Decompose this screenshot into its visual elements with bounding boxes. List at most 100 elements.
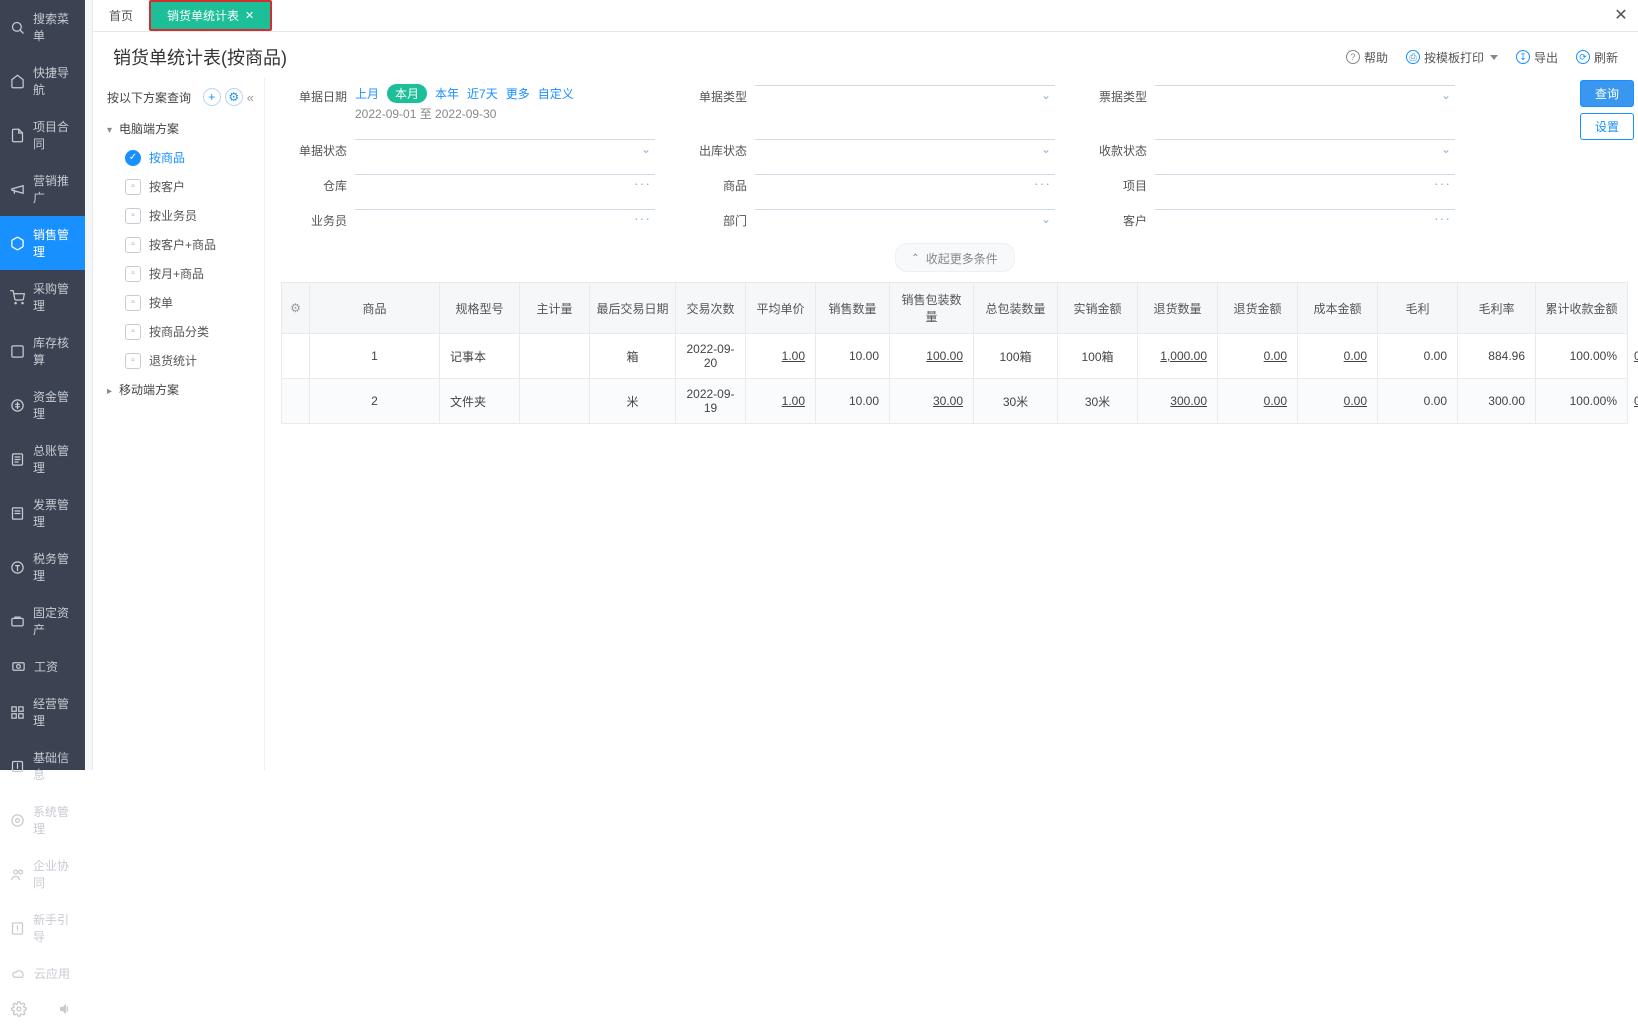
- project-input[interactable]: ···: [1155, 173, 1455, 175]
- cell-rate: 100.00%: [1536, 334, 1628, 379]
- sidebar-item-wage[interactable]: 工资: [0, 648, 85, 685]
- sidebar-item-ledger[interactable]: 总账管理: [0, 432, 85, 486]
- table-header[interactable]: 退货金额: [1218, 283, 1298, 334]
- setting-button[interactable]: 设置: [1580, 113, 1634, 140]
- plan-settings-button[interactable]: ⚙: [225, 88, 243, 106]
- ticket-type-select[interactable]: ⌄: [1155, 84, 1455, 86]
- sidebar-item-info[interactable]: 基础信息: [0, 739, 85, 793]
- cell-count[interactable]: 1.00: [746, 379, 816, 424]
- cell-amount[interactable]: 1,000.00: [1138, 334, 1218, 379]
- cell-return-amt[interactable]: 0.00: [1298, 334, 1378, 379]
- table-header[interactable]: 销售数量: [816, 283, 890, 334]
- collapse-conditions-button[interactable]: ⌃收起更多条件: [895, 243, 1015, 272]
- sidebar-item-doc[interactable]: 项目合同: [0, 108, 85, 162]
- tab-report[interactable]: 销货单统计表 ✕: [149, 0, 272, 31]
- export-button[interactable]: ↧导出: [1516, 49, 1558, 66]
- sidebar-item-home[interactable]: 快捷导航: [0, 54, 85, 108]
- table-header[interactable]: 规格型号: [440, 283, 520, 334]
- table-header[interactable]: 总包装数量: [974, 283, 1058, 334]
- table-header[interactable]: 退货数量: [1138, 283, 1218, 334]
- tree-group[interactable]: 电脑端方案: [107, 114, 264, 143]
- pay-status-select[interactable]: ⌄: [1155, 138, 1455, 140]
- tree-item[interactable]: ▫按月+商品: [107, 259, 264, 288]
- more-icon[interactable]: ···: [1434, 210, 1451, 226]
- window-close-icon[interactable]: ✕: [1610, 4, 1632, 26]
- tree-item[interactable]: ▫退货统计: [107, 346, 264, 375]
- volume-icon[interactable]: [57, 1000, 75, 1018]
- print-button[interactable]: ⎙按模板打印: [1406, 49, 1498, 66]
- more-icon[interactable]: ···: [634, 175, 651, 191]
- cell-return-amt[interactable]: 0.00: [1298, 379, 1378, 424]
- tree-item[interactable]: ▫按客户: [107, 172, 264, 201]
- more-icon[interactable]: ···: [1434, 175, 1451, 191]
- more-icon[interactable]: ···: [1034, 175, 1051, 191]
- add-plan-button[interactable]: +: [203, 88, 221, 106]
- table-header[interactable]: 销售包装数量: [890, 283, 974, 334]
- table-header[interactable]: 商品: [310, 283, 440, 334]
- sidebar-item-asset[interactable]: 固定资产: [0, 594, 85, 648]
- table-header[interactable]: 最后交易日期: [590, 283, 676, 334]
- table-header[interactable]: 累计收款金额: [1536, 283, 1628, 334]
- sidebar-item-search[interactable]: 搜索菜单: [0, 0, 85, 54]
- query-button[interactable]: 查询: [1580, 80, 1634, 107]
- sidebar-item-cloud[interactable]: 云应用: [0, 955, 85, 992]
- table-header[interactable]: 成本金额: [1298, 283, 1378, 334]
- date-more[interactable]: 更多: [506, 85, 530, 102]
- sidebar-item-coin[interactable]: 资金管理: [0, 378, 85, 432]
- cell-return-qty[interactable]: 0.00: [1218, 334, 1298, 379]
- date-last7[interactable]: 近7天: [467, 85, 498, 102]
- order-type-select[interactable]: ⌄: [755, 84, 1055, 86]
- table-settings-header[interactable]: ⚙: [282, 283, 310, 334]
- table-header[interactable]: 交易次数: [676, 283, 746, 334]
- table-header[interactable]: 毛利: [1378, 283, 1458, 334]
- sidebar-item-collab[interactable]: 企业协同: [0, 847, 85, 901]
- tree-item[interactable]: ▫按商品分类: [107, 317, 264, 346]
- tree-group[interactable]: 移动端方案: [107, 375, 264, 404]
- date-prev-month[interactable]: 上月: [355, 85, 379, 102]
- tree-item[interactable]: ▫按客户+商品: [107, 230, 264, 259]
- table-header[interactable]: 毛利率: [1458, 283, 1536, 334]
- date-this-month[interactable]: 本月: [387, 84, 427, 103]
- refresh-button[interactable]: ⟳刷新: [1576, 49, 1618, 66]
- tree-item[interactable]: ✓按商品: [107, 143, 264, 172]
- cell-count[interactable]: 1.00: [746, 334, 816, 379]
- sidebar-item-cart[interactable]: 采购管理: [0, 270, 85, 324]
- cell-qty[interactable]: 100.00: [890, 334, 974, 379]
- help-button[interactable]: ?帮助: [1346, 49, 1388, 66]
- cell-qty[interactable]: 30.00: [890, 379, 974, 424]
- cell-amount[interactable]: 300.00: [1138, 379, 1218, 424]
- cell-return-qty[interactable]: 0.00: [1218, 379, 1298, 424]
- customer-input[interactable]: ···: [1155, 208, 1455, 210]
- settings-icon[interactable]: [10, 1000, 28, 1018]
- table-header[interactable]: 主计量: [520, 283, 590, 334]
- date-field[interactable]: 上月 本月 本年 近7天 更多 自定义 2022-09-01 至 2022-09…: [355, 84, 655, 124]
- table-header[interactable]: 实销金额: [1058, 283, 1138, 334]
- sidebar-item-box[interactable]: 库存核算: [0, 324, 85, 378]
- date-custom[interactable]: 自定义: [538, 85, 574, 102]
- product-input[interactable]: ···: [755, 173, 1055, 175]
- table-row[interactable]: 2文件夹米2022-09-191.0010.0030.0030米30米300.0…: [282, 379, 1628, 424]
- tree-item[interactable]: ▫按业务员: [107, 201, 264, 230]
- sidebar-item-megaphone[interactable]: 营销推广: [0, 162, 85, 216]
- sidebar-item-manage[interactable]: 经营管理: [0, 685, 85, 739]
- sidebar-item-label: 工资: [34, 658, 58, 675]
- table-row[interactable]: 1记事本箱2022-09-201.0010.00100.00100箱100箱1,…: [282, 334, 1628, 379]
- warehouse-input[interactable]: ···: [355, 173, 655, 175]
- order-status-select[interactable]: ⌄: [355, 138, 655, 140]
- sidebar-item-invoice[interactable]: 发票管理: [0, 486, 85, 540]
- table-header[interactable]: 平均单价: [746, 283, 816, 334]
- tree-item-icon: ▫: [125, 266, 141, 282]
- salesman-input[interactable]: ···: [355, 208, 655, 210]
- sidebar-item-guide[interactable]: 新手引导: [0, 901, 85, 955]
- date-this-year[interactable]: 本年: [435, 85, 459, 102]
- sidebar-item-cube[interactable]: 销售管理: [0, 216, 85, 270]
- department-select[interactable]: ⌄: [755, 208, 1055, 210]
- close-icon[interactable]: ✕: [245, 9, 254, 22]
- tab-home[interactable]: 首页: [93, 0, 149, 31]
- collapse-tree-icon[interactable]: «: [247, 90, 254, 105]
- sidebar-item-tax[interactable]: 税务管理: [0, 540, 85, 594]
- sidebar-item-system[interactable]: 系统管理: [0, 793, 85, 847]
- more-icon[interactable]: ···: [634, 210, 651, 226]
- out-status-select[interactable]: ⌄: [755, 138, 1055, 140]
- tree-item[interactable]: ▫按单: [107, 288, 264, 317]
